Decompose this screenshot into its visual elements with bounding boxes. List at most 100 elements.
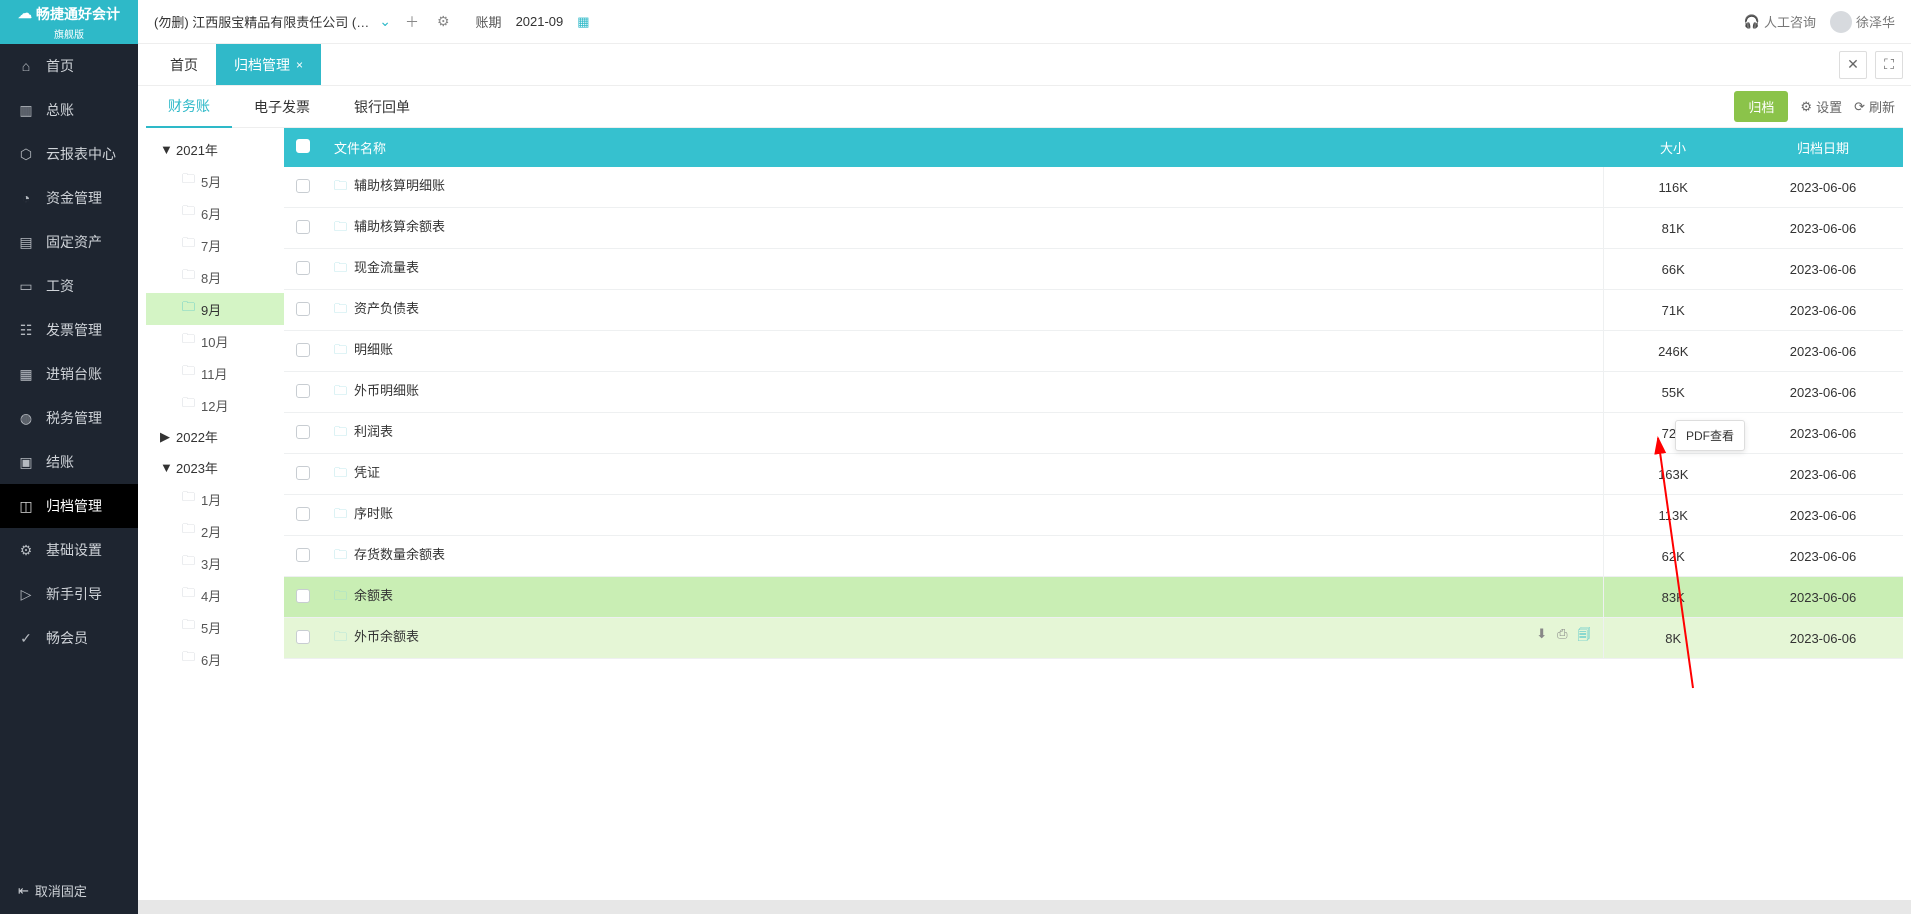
tree-month[interactable]: 🗀6月 [146,197,284,229]
row-checkbox[interactable] [296,179,310,193]
tree-month[interactable]: 🗀3月 [146,547,284,579]
tree-month[interactable]: 🗀7月 [146,229,284,261]
tree-month[interactable]: 🗀11月 [146,357,284,389]
chevron-down-icon[interactable]: ⌄ [379,13,391,30]
tree-year[interactable]: ▼2021年 [146,134,284,165]
tree-month[interactable]: 🗀4月 [146,579,284,611]
nav-item-archive[interactable]: ◫归档管理 [0,484,138,528]
tree-month[interactable]: 🗀 10月 [146,325,284,357]
nav-item-invoice[interactable]: ☷发票管理 [0,308,138,352]
period-value[interactable]: 2021-09 [516,14,564,29]
pdf-icon[interactable]: ⎙ [1557,626,1567,648]
download-icon[interactable]: ⬇ [1536,626,1547,648]
nav-label: 进销台账 [46,364,102,384]
row-checkbox[interactable] [296,302,310,316]
settings-link[interactable]: ⚙设置 [1800,97,1842,116]
file-icon: 🗀 [334,628,348,650]
table-row[interactable]: 🗀外币余额表⬇⎙🗐8K2023-06-06 [284,618,1903,659]
table-row[interactable]: 🗀余额表83K2023-06-06 [284,577,1903,618]
table-row[interactable]: 🗀辅助核算余额表81K2023-06-06 [284,208,1903,249]
table-row[interactable]: 🗀凭证163K2023-06-06 [284,454,1903,495]
table-row[interactable]: 🗀外币明细账55K2023-06-06 [284,372,1903,413]
archive-date: 2023-06-06 [1743,208,1903,249]
file-name: 外币余额表 [354,629,419,644]
row-checkbox[interactable] [296,466,310,480]
nav-item-close[interactable]: ▣结账 [0,440,138,484]
tree-month[interactable]: 🗀1月 [146,483,284,515]
col-name: 文件名称 [322,128,1603,167]
select-all-checkbox[interactable] [296,139,310,153]
nav-item-vip[interactable]: ✓畅会员 [0,616,138,660]
row-checkbox[interactable] [296,261,310,275]
nav-item-assets[interactable]: ▤固定资产 [0,220,138,264]
calendar-icon[interactable]: ▦ [577,14,589,30]
settings-label: 设置 [1816,97,1842,116]
file-name: 外币明细账 [354,383,419,398]
tree-month[interactable]: 🗀9月 [146,293,284,325]
row-checkbox[interactable] [296,343,310,357]
tab-home[interactable]: 首页 [152,44,216,85]
table-row[interactable]: 🗀辅助核算明细账116K2023-06-06 [284,167,1903,208]
table-row[interactable]: 🗀利润表72K2023-06-06 [284,413,1903,454]
refresh-link[interactable]: ⟳刷新 [1854,97,1895,116]
tree-month[interactable]: 🗀12月 [146,389,284,421]
folder-icon: 🗀 [182,648,195,670]
subtab-bank[interactable]: 银行回单 [332,86,432,128]
table-row[interactable]: 🗀序时账113K2023-06-06 [284,495,1903,536]
tree-month[interactable]: 🗀2月 [146,515,284,547]
row-checkbox[interactable] [296,425,310,439]
user-menu[interactable]: 徐泽华 [1830,11,1895,33]
nav-item-guide[interactable]: ▷新手引导 [0,572,138,616]
nav-label: 基础设置 [46,540,102,560]
table-row[interactable]: 🗀明细账246K2023-06-06 [284,331,1903,372]
tree-month[interactable]: 🗀8月 [146,261,284,293]
folder-icon: 🗀 [182,330,195,352]
company-selector[interactable]: (勿删) 江西服宝精品有限责任公司 (… [154,12,369,31]
nav-item-funds[interactable]: ◔资金管理 [0,176,138,220]
col-checkbox [284,128,322,167]
archive-icon: ◫ [18,498,34,514]
row-checkbox[interactable] [296,220,310,234]
nav-label: 资金管理 [46,188,102,208]
nav-item-home[interactable]: ⌂首页 [0,44,138,88]
tree-month-label: 6月 [201,204,221,223]
tree-year[interactable]: ▼2023年 [146,452,284,483]
row-checkbox[interactable] [296,548,310,562]
tree-month-label: 9月 [201,300,221,319]
nav-item-report[interactable]: ⬡云报表中心 [0,132,138,176]
nav-item-settings[interactable]: ⚙基础设置 [0,528,138,572]
support-link[interactable]: 🎧人工咨询 [1744,12,1816,31]
subtab-finance[interactable]: 财务账 [146,86,232,128]
tab-archive[interactable]: 归档管理× [216,44,321,85]
nav-item-tax[interactable]: ◍税务管理 [0,396,138,440]
tree-month-label: 10月 [201,332,228,351]
row-checkbox[interactable] [296,507,310,521]
guide-icon: ▷ [18,586,34,602]
table-row[interactable]: 🗀存货数量余额表62K2023-06-06 [284,536,1903,577]
preview-icon[interactable]: 🗐 [1578,626,1591,648]
tree-year[interactable]: ▶2022年 [146,421,284,452]
row-checkbox[interactable] [296,384,310,398]
folder-icon: 🗀 [182,394,195,416]
table-row[interactable]: 🗀资产负债表71K2023-06-06 [284,290,1903,331]
horizontal-scrollbar[interactable] [138,900,1911,914]
row-checkbox[interactable] [296,589,310,603]
tax-icon: ◍ [18,410,34,426]
subtab-einvoice[interactable]: 电子发票 [232,86,332,128]
nav-item-ledger[interactable]: ▥总账 [0,88,138,132]
table-row[interactable]: 🗀现金流量表66K2023-06-06 [284,249,1903,290]
fullscreen-button[interactable]: ⛶ [1875,51,1903,79]
nav-item-stock[interactable]: ▦进销台账 [0,352,138,396]
row-checkbox[interactable] [296,630,310,644]
nav-item-salary[interactable]: ▭工资 [0,264,138,308]
company-settings-button[interactable]: ⚙ [433,13,454,30]
close-all-button[interactable]: ✕ [1839,51,1867,79]
sidebar-unpin[interactable]: ⇤取消固定 [0,867,138,914]
tree-month[interactable]: 🗀5月 [146,611,284,643]
archive-button[interactable]: 归档 [1734,91,1788,122]
tab-close-icon[interactable]: × [296,58,303,72]
tree-month[interactable]: 🗀5月 [146,165,284,197]
tree-month[interactable]: 🗀6月 [146,643,284,675]
file-size: 83K [1603,577,1743,618]
add-company-button[interactable]: ＋ [401,12,423,32]
